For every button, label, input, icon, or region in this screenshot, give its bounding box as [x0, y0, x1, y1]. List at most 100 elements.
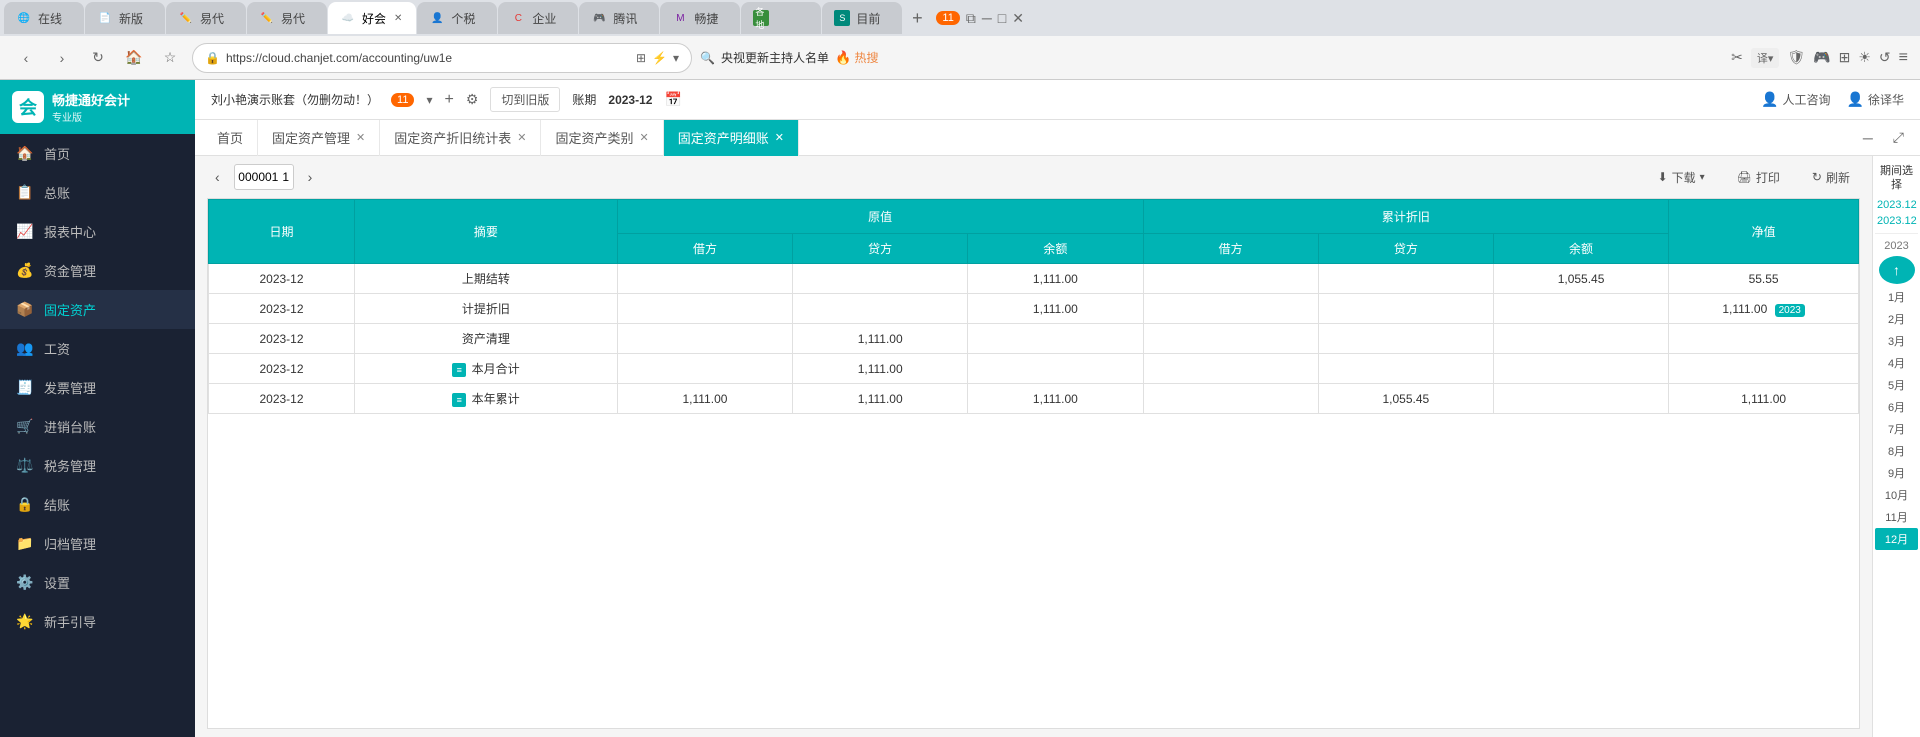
content-nav: ‹ 000001 1 › ⬇ 下载 ▾: [207, 164, 1860, 190]
tab-tencent[interactable]: 🎮 腾讯: [579, 2, 659, 34]
security-lock-icon: 🔒: [205, 51, 220, 65]
shield-icon[interactable]: 🛡: [1787, 49, 1805, 66]
download-dropdown-icon[interactable]: ▾: [1700, 172, 1705, 183]
sidebar-item-capital[interactable]: 💰 资金管理: [0, 251, 195, 290]
tab-minimize-icon[interactable]: ─: [1855, 130, 1881, 146]
account-dropdown-icon[interactable]: ▾: [426, 93, 432, 107]
tab-fixed-mgmt[interactable]: 固定资产管理 ✕: [258, 120, 380, 156]
sidebar-label-tax: 税务管理: [44, 456, 96, 475]
refresh-button[interactable]: ↻ 刷新: [1802, 165, 1860, 190]
calendar-icon[interactable]: 📅: [664, 91, 681, 108]
service-button[interactable]: 👤 人工咨询: [1761, 91, 1830, 108]
tab-asset-category[interactable]: 固定资产类别 ✕: [541, 120, 663, 156]
tab-favicon-gedi: 各地: [753, 10, 769, 26]
download-button[interactable]: ⬇ 下载 ▾: [1648, 165, 1715, 190]
tab-close-ledger[interactable]: ✕: [775, 131, 784, 144]
ledger-table: 日期 摘要 原值 累计折旧 净值 借方 贷方 余额: [208, 199, 1859, 414]
period-month-5[interactable]: 5月: [1875, 374, 1918, 396]
tab-asset-ledger[interactable]: 固定资产明细账 ✕: [664, 120, 799, 156]
tab-geshui[interactable]: 👤 个税: [417, 2, 497, 34]
period-month-11[interactable]: 11月: [1875, 506, 1918, 528]
sidebar-item-settings[interactable]: ⚙️ 设置: [0, 563, 195, 602]
sidebar-item-archive[interactable]: 📁 归档管理: [0, 524, 195, 563]
hot-search-label[interactable]: 🔥 热搜: [835, 49, 879, 66]
app-logo: 会: [12, 91, 44, 123]
sidebar-item-salary[interactable]: 👥 工资: [0, 329, 195, 368]
site-info-icon[interactable]: ⊞: [636, 51, 646, 65]
brightness-icon[interactable]: ☀: [1858, 49, 1871, 66]
sidebar-item-fixed[interactable]: 📦 固定资产: [0, 290, 195, 329]
forward-button[interactable]: ›: [48, 44, 76, 72]
sidebar-item-tax[interactable]: ⚖️ 税务管理: [0, 446, 195, 485]
header-settings-icon[interactable]: ⚙: [466, 91, 479, 108]
period-month-1[interactable]: 1月: [1875, 286, 1918, 308]
tab-new[interactable]: 📄 新版: [85, 2, 165, 34]
period-month-10[interactable]: 10月: [1875, 484, 1918, 506]
user-info[interactable]: 👤 徐译华: [1847, 91, 1904, 108]
close-browser-icon[interactable]: ✕: [1012, 10, 1024, 27]
sidebar-item-ledger[interactable]: 📋 总账: [0, 173, 195, 212]
sidebar-item-home[interactable]: 🏠 首页: [0, 134, 195, 173]
period-month-6[interactable]: 6月: [1875, 396, 1918, 418]
switch-version-button[interactable]: 切到旧版: [490, 87, 560, 112]
next-page-button[interactable]: ›: [300, 166, 321, 188]
refresh-button[interactable]: ↻: [84, 44, 112, 72]
back-button[interactable]: ‹: [12, 44, 40, 72]
row-badge-2023: 2023: [1775, 304, 1805, 317]
url-bar[interactable]: 🔒 https://cloud.chanjet.com/accounting/u…: [192, 43, 692, 73]
maximize-icon[interactable]: □: [998, 10, 1006, 26]
bookmark-button[interactable]: ☆: [156, 44, 184, 72]
period-month-2[interactable]: 2月: [1875, 308, 1918, 330]
restore-window-icon[interactable]: ⧉: [966, 10, 976, 27]
period-month-8[interactable]: 8月: [1875, 440, 1918, 462]
period-month-12[interactable]: 12月: [1875, 528, 1918, 550]
translate-icon[interactable]: 译▾: [1751, 48, 1780, 68]
sidebar-item-invoice[interactable]: 🧾 发票管理: [0, 368, 195, 407]
tab-haohui[interactable]: ☁️ 好会 ✕: [328, 2, 416, 34]
scissors-icon[interactable]: ✂: [1731, 49, 1743, 66]
tab-changjie[interactable]: M 畅捷: [660, 2, 740, 34]
tab-yidai2[interactable]: ✏️ 易代: [247, 2, 327, 34]
col-header-accumulated: 累计折旧: [1143, 200, 1669, 234]
sidebar-item-purchase[interactable]: 🛒 进销台账: [0, 407, 195, 446]
url-dropdown-icon[interactable]: ▾: [673, 51, 679, 65]
scroll-up-button[interactable]: ↑: [1879, 256, 1915, 284]
tab-close-haohui[interactable]: ✕: [392, 11, 404, 26]
page-number-input[interactable]: 000001 1: [234, 164, 294, 190]
tab-online[interactable]: 🌐 在线: [4, 2, 84, 34]
period-month-7[interactable]: 7月: [1875, 418, 1918, 440]
sidebar-item-closing[interactable]: 🔒 结账: [0, 485, 195, 524]
tab-yidai1[interactable]: ✏️ 易代: [166, 2, 246, 34]
switch-version-label: 切到旧版: [501, 91, 549, 108]
tab-gedi[interactable]: 各地: [741, 2, 821, 34]
sidebar-item-guide[interactable]: 🌟 新手引导: [0, 602, 195, 641]
tab-depreciation-table[interactable]: 固定资产折旧统计表 ✕: [380, 120, 541, 156]
sidebar-item-report[interactable]: 📈 报表中心: [0, 212, 195, 251]
capital-icon: 💰: [16, 262, 34, 280]
header-add-icon[interactable]: +: [444, 91, 453, 109]
tab-close-category[interactable]: ✕: [640, 131, 649, 144]
gamepad-icon[interactable]: 🎮: [1813, 49, 1830, 66]
tab-expand-icon[interactable]: ⤢: [1885, 129, 1912, 146]
tab-close-depreciation[interactable]: ✕: [517, 131, 526, 144]
history-back-icon[interactable]: ↺: [1879, 49, 1891, 66]
cell-acc-balance-2: [1493, 294, 1668, 324]
tab-qiye[interactable]: C 企业: [498, 2, 578, 34]
menu-icon[interactable]: ≡: [1899, 49, 1908, 67]
content-with-panel: ‹ 000001 1 › ⬇ 下载 ▾: [195, 156, 1920, 737]
period-month-9[interactable]: 9月: [1875, 462, 1918, 484]
grid-icon[interactable]: ⊞: [1839, 49, 1851, 66]
lightning-icon[interactable]: ⚡: [652, 51, 667, 65]
tab-close-fixed-mgmt[interactable]: ✕: [356, 131, 365, 144]
period-month-3[interactable]: 3月: [1875, 330, 1918, 352]
cell-date-3: 2023-12: [209, 324, 355, 354]
tab-muqian[interactable]: S 目前: [822, 2, 902, 34]
prev-page-button[interactable]: ‹: [207, 166, 228, 188]
minimize-icon[interactable]: ─: [982, 10, 992, 26]
salary-icon: 👥: [16, 340, 34, 358]
home-button[interactable]: 🏠: [120, 44, 148, 72]
tab-home[interactable]: 首页: [203, 120, 258, 156]
period-month-4[interactable]: 4月: [1875, 352, 1918, 374]
print-button[interactable]: 🖨 打印: [1727, 165, 1790, 190]
new-tab-button[interactable]: +: [903, 4, 931, 32]
